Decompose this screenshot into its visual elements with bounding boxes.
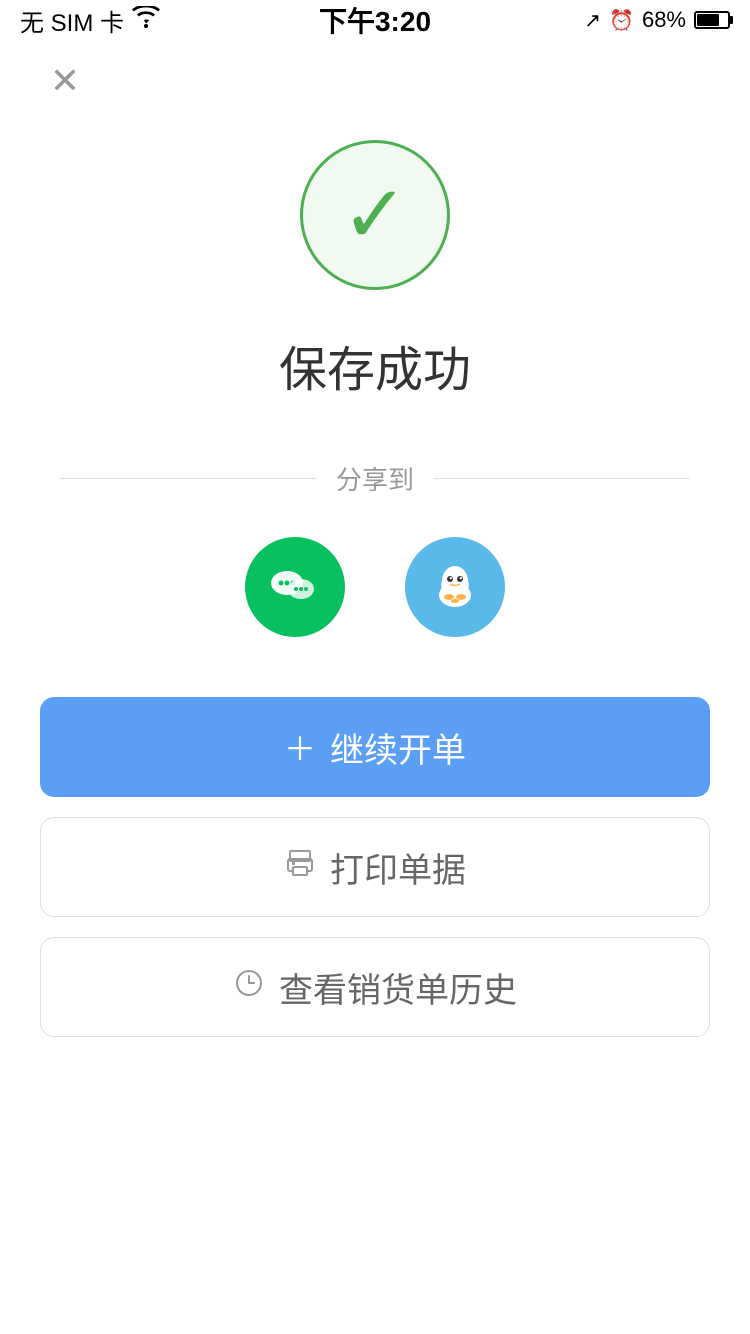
status-bar-time: 下午3:20 — [319, 0, 431, 40]
alarm-icon: ⏰ — [609, 8, 634, 33]
battery-icon — [694, 11, 730, 29]
success-section: ✓ 保存成功 分享到 — [0, 40, 750, 697]
share-divider: 分享到 — [0, 460, 750, 497]
share-line-left — [60, 478, 316, 479]
share-section: 分享到 — [0, 460, 750, 637]
printer-icon — [284, 847, 316, 887]
status-bar-right: ↗ ⏰ 68% — [584, 7, 730, 33]
status-bar-left: 无 SIM 卡 — [20, 3, 160, 38]
share-line-right — [434, 478, 690, 479]
view-history-label: 查看销货单历史 — [279, 963, 517, 1012]
share-label: 分享到 — [316, 460, 434, 497]
checkmark-icon: ✓ — [341, 175, 408, 255]
wifi-icon — [132, 6, 160, 35]
battery-percent: 68% — [642, 7, 686, 33]
wechat-share-button[interactable] — [245, 537, 345, 637]
view-history-button[interactable]: 查看销货单历史 — [40, 937, 710, 1037]
print-receipt-button[interactable]: 打印单据 — [40, 817, 710, 917]
qq-icon — [427, 559, 483, 615]
status-bar: 无 SIM 卡 下午3:20 ↗ ⏰ 68% — [0, 0, 750, 40]
no-sim-label: 无 SIM 卡 — [20, 3, 124, 38]
continue-order-button[interactable]: ＋ 继续开单 — [40, 697, 710, 797]
history-icon — [233, 967, 265, 1007]
plus-icon: ＋ — [284, 724, 316, 770]
success-circle: ✓ — [300, 140, 450, 290]
continue-order-label: 继续开单 — [330, 723, 466, 772]
close-button[interactable]: ✕ — [40, 56, 90, 106]
success-title: 保存成功 — [279, 330, 471, 400]
share-icons-container — [245, 537, 505, 637]
print-receipt-label: 打印单据 — [330, 843, 466, 892]
location-icon: ↗ — [584, 8, 601, 33]
action-buttons: ＋ 继续开单 打印单据 查看销货单历史 — [0, 697, 750, 1037]
close-icon: ✕ — [50, 63, 80, 99]
wechat-icon — [265, 557, 325, 617]
qq-share-button[interactable] — [405, 537, 505, 637]
